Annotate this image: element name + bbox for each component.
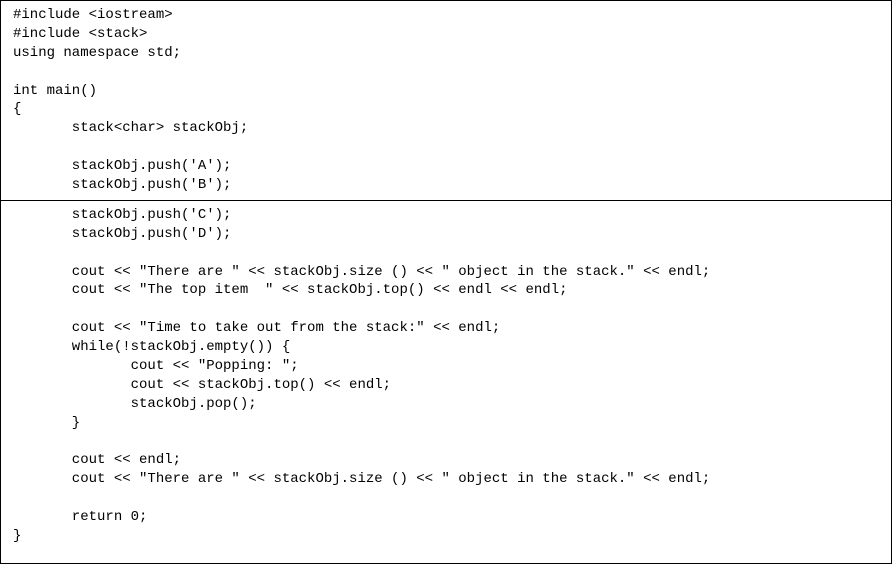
code-line xyxy=(13,244,891,263)
code-line: #include <stack> xyxy=(13,25,891,44)
code-line xyxy=(13,300,891,319)
code-line: stack<char> stackObj; xyxy=(13,119,891,138)
code-section-bottom: stackObj.push('C'); stackObj.push('D'); … xyxy=(1,201,891,551)
code-line: return 0; xyxy=(13,508,891,527)
code-line: int main() xyxy=(13,82,891,101)
code-line: cout << "The top item " << stackObj.top(… xyxy=(13,281,891,300)
code-line: stackObj.push('C'); xyxy=(13,206,891,225)
code-line: } xyxy=(13,414,891,433)
code-line: cout << stackObj.top() << endl; xyxy=(13,376,891,395)
code-section-top: #include <iostream> #include <stack> usi… xyxy=(1,1,891,201)
code-line xyxy=(13,63,891,82)
code-line: using namespace std; xyxy=(13,44,891,63)
code-line: { xyxy=(13,100,891,119)
code-line xyxy=(13,489,891,508)
code-line: cout << "There are " << stackObj.size ()… xyxy=(13,470,891,489)
code-line: #include <iostream> xyxy=(13,6,891,25)
code-line: cout << endl; xyxy=(13,451,891,470)
code-line: stackObj.push('A'); xyxy=(13,157,891,176)
code-line: stackObj.push('D'); xyxy=(13,225,891,244)
code-line: } xyxy=(13,527,891,546)
code-line: while(!stackObj.empty()) { xyxy=(13,338,891,357)
code-line: cout << "Popping: "; xyxy=(13,357,891,376)
code-line: cout << "There are " << stackObj.size ()… xyxy=(13,263,891,282)
code-line: stackObj.push('B'); xyxy=(13,176,891,195)
code-block: #include <iostream> #include <stack> usi… xyxy=(0,0,892,564)
code-line: stackObj.pop(); xyxy=(13,395,891,414)
code-line xyxy=(13,433,891,452)
code-line xyxy=(13,138,891,157)
code-line: cout << "Time to take out from the stack… xyxy=(13,319,891,338)
